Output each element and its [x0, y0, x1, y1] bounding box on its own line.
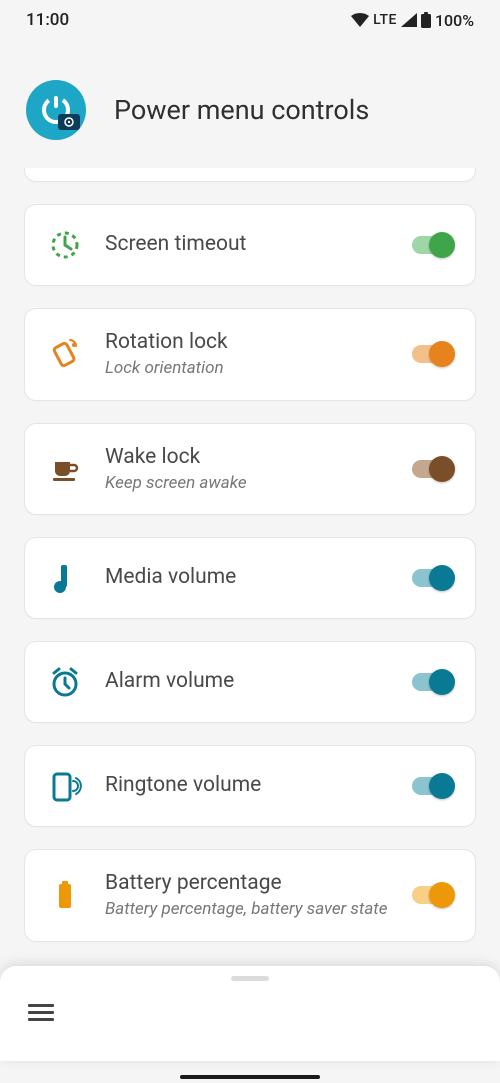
item-battery-percentage[interactable]: Battery percentage Battery percentage, b… [24, 849, 476, 942]
media-volume-icon [45, 558, 85, 598]
status-time: 11:00 [26, 10, 69, 30]
battery-percentage-icon [45, 875, 85, 915]
gear-icon [64, 117, 74, 127]
rotation-lock-icon [45, 334, 85, 374]
item-screen-timeout[interactable]: Screen timeout [24, 204, 476, 286]
item-subtitle: Keep screen awake [105, 473, 389, 494]
item-subtitle: Lock orientation [105, 358, 389, 379]
alarm-volume-icon [45, 662, 85, 702]
battery-label: 100% [435, 11, 474, 30]
page-header: Power menu controls [0, 40, 500, 168]
toggle-screen-timeout[interactable] [409, 233, 455, 257]
item-media-volume[interactable]: Media volume [24, 537, 476, 619]
toggle-wake-lock[interactable] [409, 457, 455, 481]
signal-icon [401, 13, 417, 27]
power-menu-icon [26, 80, 86, 140]
page-title: Power menu controls [114, 94, 369, 126]
item-title: Wake lock [105, 444, 389, 471]
wake-lock-icon [45, 449, 85, 489]
toggle-rotation-lock[interactable] [409, 342, 455, 366]
item-title: Ringtone volume [105, 772, 389, 799]
item-title: Media volume [105, 564, 389, 591]
content-list: Screen timeout Rotation lock Lock orient… [0, 168, 500, 1064]
previous-card-edge [24, 168, 476, 182]
menu-icon[interactable] [28, 999, 54, 1025]
toggle-media-volume[interactable] [409, 566, 455, 590]
item-subtitle: Battery percentage, battery saver state [105, 899, 389, 920]
status-bar: 11:00 LTE 100% [0, 0, 500, 40]
item-ringtone-volume[interactable]: Ringtone volume [24, 745, 476, 827]
network-label: LTE [373, 12, 397, 28]
toggle-ringtone-volume[interactable] [409, 774, 455, 798]
wifi-icon [351, 13, 369, 27]
ringtone-volume-icon [45, 766, 85, 806]
item-title: Rotation lock [105, 329, 389, 356]
item-title: Screen timeout [105, 231, 389, 258]
sheet-handle[interactable] [231, 976, 269, 981]
nav-indicator[interactable] [180, 1075, 320, 1079]
battery-icon [421, 12, 431, 28]
item-wake-lock[interactable]: Wake lock Keep screen awake [24, 423, 476, 516]
screen-timeout-icon [45, 225, 85, 265]
toggle-alarm-volume[interactable] [409, 670, 455, 694]
bottom-sheet[interactable] [0, 966, 500, 1061]
toggle-battery-percentage[interactable] [409, 883, 455, 907]
item-title: Battery percentage [105, 870, 389, 897]
item-rotation-lock[interactable]: Rotation lock Lock orientation [24, 308, 476, 401]
item-title: Alarm volume [105, 668, 389, 695]
status-right: LTE 100% [351, 11, 474, 30]
item-alarm-volume[interactable]: Alarm volume [24, 641, 476, 723]
